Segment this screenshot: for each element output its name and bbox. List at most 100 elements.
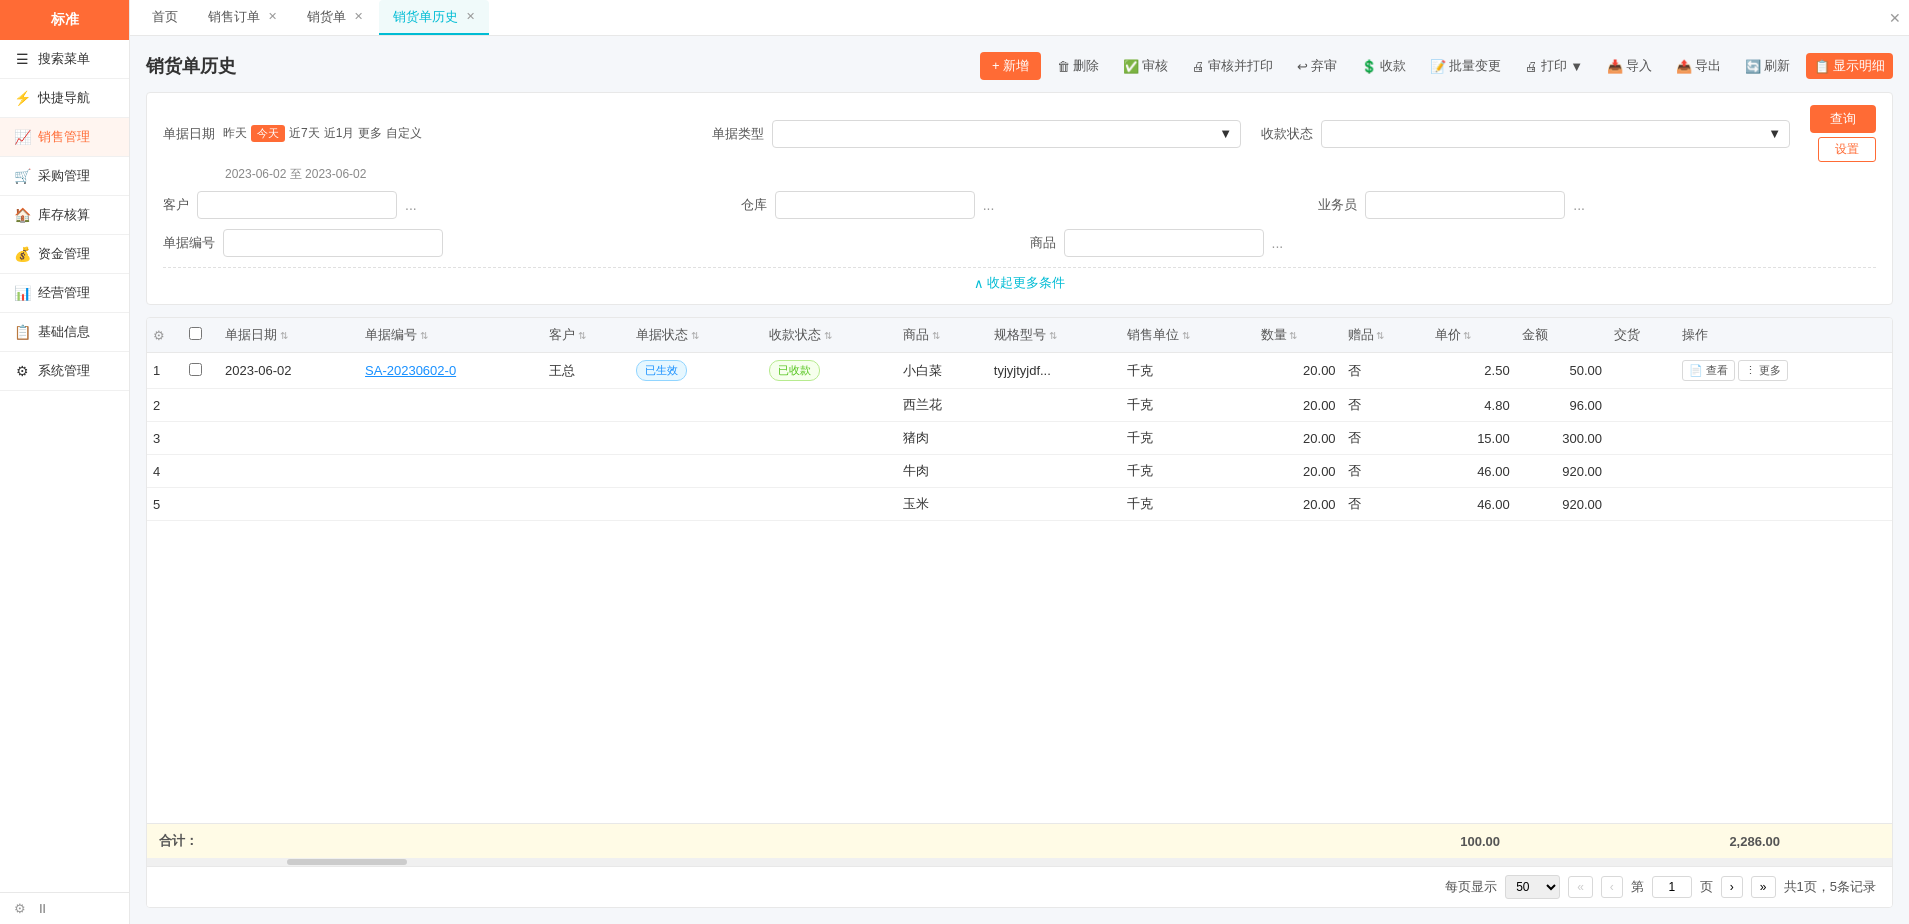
new-button[interactable]: + 新增 [980, 52, 1041, 80]
date-7days[interactable]: 近7天 [289, 125, 320, 142]
col-unit[interactable]: 销售单位 [1121, 318, 1254, 353]
date-1month[interactable]: 近1月 [324, 125, 355, 142]
cell-doc-date [219, 422, 359, 455]
goods-ellipsis-btn[interactable]: ... [1272, 235, 1284, 251]
main-area: 首页 销售订单 ✕ 销货单 ✕ 销货单历史 ✕ ✕ 销货单历史 + 新增 🗑 删… [130, 0, 1909, 924]
collect-button[interactable]: 💲 收款 [1353, 53, 1414, 79]
cell-unit: 千克 [1121, 422, 1254, 455]
gear-icon[interactable]: ⚙ [153, 328, 165, 343]
cell-qty: 20.00 [1255, 455, 1342, 488]
tab-close-sales-order[interactable]: ✕ [268, 10, 277, 23]
display-button[interactable]: 📋 显示明细 [1806, 53, 1893, 79]
print-button[interactable]: 🖨 打印 ▼ [1517, 53, 1591, 79]
action-更多-btn[interactable]: ⋮ 更多 [1738, 360, 1788, 381]
col-goods[interactable]: 商品 [897, 318, 988, 353]
prev-page-btn[interactable]: ‹ [1601, 876, 1623, 898]
action-查看-btn[interactable]: 📄 查看 [1682, 360, 1735, 381]
customer-input[interactable] [197, 191, 397, 219]
export-button[interactable]: 📤 导出 [1668, 53, 1729, 79]
row-checkbox[interactable] [189, 363, 202, 376]
date-custom[interactable]: 自定义 [386, 125, 422, 142]
query-button[interactable]: 查询 [1810, 105, 1876, 133]
warehouse-input[interactable] [775, 191, 975, 219]
sidebar-item-inventory[interactable]: 🏠 库存核算 [0, 196, 129, 235]
sidebar-item-purchase-mgmt[interactable]: 🛒 采购管理 [0, 157, 129, 196]
date-more[interactable]: 更多 [358, 125, 382, 142]
settings-button[interactable]: 设置 [1818, 137, 1876, 162]
pause-icon[interactable]: ⏸ [36, 901, 49, 916]
approve-button[interactable]: ✅ 审核 [1115, 53, 1176, 79]
cell-doc-date [219, 488, 359, 521]
sidebar-item-label: 快捷导航 [38, 89, 90, 107]
collapse-row: ∧ 收起更多条件 [163, 267, 1876, 292]
tab-home[interactable]: 首页 [138, 0, 192, 35]
sidebar-item-sales-mgmt[interactable]: 📈 销售管理 [0, 118, 129, 157]
tab-delivery-history-label: 销货单历史 [393, 8, 458, 26]
docno-input[interactable] [223, 229, 443, 257]
date-today[interactable]: 今天 [251, 125, 285, 142]
doc-no-link[interactable]: SA-20230602-0 [365, 363, 456, 378]
first-page-btn[interactable]: « [1568, 876, 1593, 898]
col-qty[interactable]: 数量 [1255, 318, 1342, 353]
cell-spec [988, 389, 1121, 422]
col-price[interactable]: 单价 [1429, 318, 1516, 353]
total-label: 合计： [159, 832, 239, 850]
approve-print-button[interactable]: 🖨 审核并打印 [1184, 53, 1281, 79]
col-gift[interactable]: 赠品 [1342, 318, 1429, 353]
sidebar-item-search-menu[interactable]: ☰ 搜索菜单 [0, 40, 129, 79]
select-all-checkbox[interactable] [189, 327, 202, 340]
sidebar-item-basic-info[interactable]: 📋 基础信息 [0, 313, 129, 352]
cell-actions [1676, 422, 1892, 455]
col-doc-no[interactable]: 单据编号 [359, 318, 543, 353]
customer-label: 客户 [163, 196, 189, 214]
salesperson-ellipsis-btn[interactable]: ... [1573, 197, 1585, 213]
tab-delivery-history[interactable]: 销货单历史 ✕ [379, 0, 489, 35]
col-doc-date[interactable]: 单据日期 [219, 318, 359, 353]
payment-status-select[interactable]: ▼ [1321, 120, 1790, 148]
import-button[interactable]: 📥 导入 [1599, 53, 1660, 79]
abandon-button[interactable]: ↩ 弃审 [1289, 53, 1345, 79]
tab-close-delivery[interactable]: ✕ [354, 10, 363, 23]
settings-icon[interactable]: ⚙ [14, 901, 26, 916]
tab-close-delivery-history[interactable]: ✕ [466, 10, 475, 23]
last-page-btn[interactable]: » [1751, 876, 1776, 898]
delete-button[interactable]: 🗑 删除 [1049, 53, 1107, 79]
cell-actions [1676, 389, 1892, 422]
cell-doc-no [359, 455, 543, 488]
approve-print-label: 审核并打印 [1208, 57, 1273, 75]
customer-ellipsis-btn[interactable]: ... [405, 197, 417, 213]
per-page-select[interactable]: 50 100 200 [1505, 875, 1560, 899]
warehouse-ellipsis-btn[interactable]: ... [983, 197, 995, 213]
table-scroll-container[interactable]: ⚙ 单据日期 单据编号 客户 单据状态 收款状态 商品 规格型号 [147, 318, 1892, 823]
sidebar-item-label: 经营管理 [38, 284, 90, 302]
cell-unit: 千克 [1121, 455, 1254, 488]
window-close-btn[interactable]: ✕ [1889, 10, 1901, 26]
sidebar-item-system[interactable]: ⚙ 系统管理 [0, 352, 129, 391]
sidebar-item-quick-nav[interactable]: ⚡ 快捷导航 [0, 79, 129, 118]
cell-amount: 920.00 [1516, 455, 1608, 488]
scroll-thumb[interactable] [287, 859, 407, 865]
page-number-input[interactable] [1652, 876, 1692, 898]
tab-delivery[interactable]: 销货单 ✕ [293, 0, 377, 35]
date-yesterday[interactable]: 昨天 [223, 125, 247, 142]
tab-sales-order[interactable]: 销售订单 ✕ [194, 0, 291, 35]
col-gear[interactable]: ⚙ [147, 318, 183, 353]
salesperson-input[interactable] [1365, 191, 1565, 219]
doc-type-select[interactable]: ▼ [772, 120, 1241, 148]
approve-icon: ✅ [1123, 59, 1139, 74]
col-spec[interactable]: 规格型号 [988, 318, 1121, 353]
sidebar-item-finance[interactable]: 💰 资金管理 [0, 235, 129, 274]
batch-change-button[interactable]: 📝 批量变更 [1422, 53, 1509, 79]
next-page-btn[interactable]: › [1721, 876, 1743, 898]
sidebar-item-operations[interactable]: 📊 经营管理 [0, 274, 129, 313]
refresh-button[interactable]: 🔄 刷新 [1737, 53, 1798, 79]
col-customer[interactable]: 客户 [543, 318, 630, 353]
col-doc-status[interactable]: 单据状态 [630, 318, 763, 353]
goods-input[interactable] [1064, 229, 1264, 257]
cell-transaction [1608, 455, 1676, 488]
cell-doc-status [630, 488, 763, 521]
cell-transaction [1608, 488, 1676, 521]
col-payment-status[interactable]: 收款状态 [763, 318, 896, 353]
collapse-button[interactable]: ∧ 收起更多条件 [163, 274, 1876, 292]
horizontal-scrollbar[interactable] [147, 858, 1892, 866]
